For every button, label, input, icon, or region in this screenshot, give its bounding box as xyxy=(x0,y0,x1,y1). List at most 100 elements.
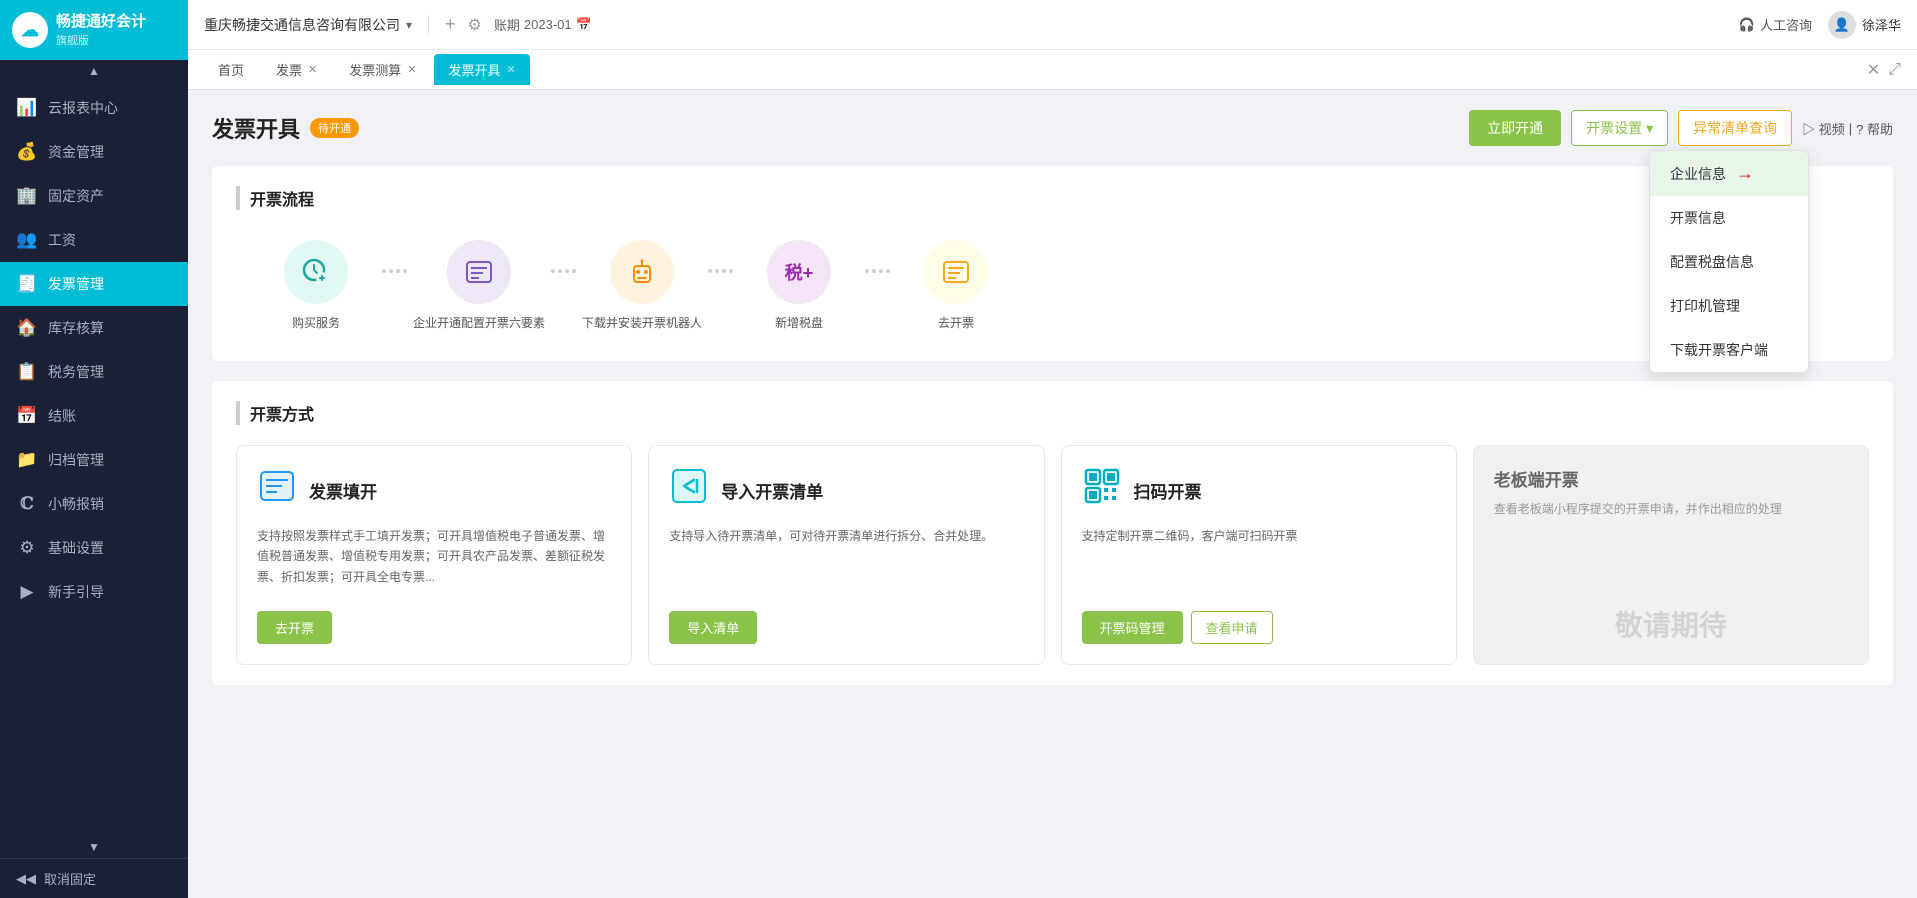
sidebar-item-archive[interactable]: 📁 归档管理 xyxy=(0,438,188,482)
logo-subtitle: 旗舰版 xyxy=(56,32,146,48)
close-all-tabs-button[interactable]: ✕ xyxy=(1867,60,1880,80)
cloud-report-icon: 📊 xyxy=(16,98,38,118)
topbar: 重庆畅捷交通信息咨询有限公司 ▾ + ⚙ 账期 2023-01 📅 🎧 人工咨询… xyxy=(188,0,1917,50)
period-area: 账期 2023-01 📅 xyxy=(494,15,592,34)
boss-issue-title: 老板端开票 xyxy=(1494,466,1579,491)
flow-section: 开票流程 购买服务 xyxy=(212,166,1893,361)
dropdown-tax-disc-label: 配置税盘信息 xyxy=(1670,252,1754,272)
configure-label: 企业开通配置开票六要素 xyxy=(413,314,545,331)
tab-home[interactable]: 首页 xyxy=(204,54,258,85)
scan-code-manage-button[interactable]: 开票码管理 xyxy=(1082,611,1183,644)
sidebar-item-guide[interactable]: ▶ 新手引导 xyxy=(0,570,188,614)
period-label-text: 账期 xyxy=(494,15,520,34)
buy-service-label: 购买服务 xyxy=(292,314,340,331)
tab-invoice-issue[interactable]: 发票开具 ✕ xyxy=(434,54,529,85)
scan-code-view-button[interactable]: 查看申请 xyxy=(1191,611,1273,644)
manual-fill-title: 发票填开 xyxy=(309,478,377,503)
sidebar-label-tax: 税务管理 xyxy=(48,362,104,382)
sidebar: ☁ 畅捷通好会计 旗舰版 ▲ 📊 云报表中心 💰 资金管理 🏢 固定资产 👥 工… xyxy=(0,0,188,898)
sidebar-item-cloud-report[interactable]: 📊 云报表中心 xyxy=(0,86,188,130)
settings-dropdown-menu: 企业信息 → 开票信息 配置税盘信息 打印机管理 下载开票客户端 xyxy=(1649,150,1809,373)
sidebar-label-settings: 基础设置 xyxy=(48,538,104,558)
sidebar-item-fund[interactable]: 💰 资金管理 xyxy=(0,130,188,174)
sidebar-label-invoice: 发票管理 xyxy=(48,274,104,294)
tab-invoice-calc-close[interactable]: ✕ xyxy=(407,63,416,76)
import-list-footer: 导入清单 xyxy=(669,611,1023,644)
salary-icon: 👥 xyxy=(16,230,38,250)
manual-fill-go-button[interactable]: 去开票 xyxy=(257,611,332,644)
sidebar-label-fund: 资金管理 xyxy=(48,142,104,162)
sidebar-item-report[interactable]: ℂ 小畅报销 xyxy=(0,482,188,526)
import-list-button[interactable]: 导入清单 xyxy=(669,611,757,644)
tab-invoice-issue-close[interactable]: ✕ xyxy=(507,63,516,76)
tabs-bar: 首页 发票 ✕ 发票测算 ✕ 发票开具 ✕ ✕ ⤢ xyxy=(188,50,1917,90)
video-button[interactable]: ▷ 视频 xyxy=(1802,119,1845,138)
tabs-actions: ✕ ⤢ xyxy=(1867,60,1901,80)
tab-invoice-calc[interactable]: 发票测算 ✕ xyxy=(335,54,430,85)
billing-card-manual-fill: 发票填开 支持按照发票样式手工填开发票；可开具增值税电子普通发票、增值税普通发票… xyxy=(236,445,632,665)
sidebar-item-inventory[interactable]: 🏠 库存核算 xyxy=(0,306,188,350)
dropdown-download-client-label: 下载开票客户端 xyxy=(1670,340,1768,360)
sidebar-item-invoice[interactable]: 🧾 发票管理 xyxy=(0,262,188,306)
logo-text-area: 畅捷通好会计 旗舰版 xyxy=(56,12,146,48)
page-actions: 立即开通 开票设置 ▾ 异常清单查询 ▷ 视频 | ? 帮助 企业信息 → xyxy=(1469,110,1893,146)
dropdown-item-invoice-info[interactable]: 开票信息 xyxy=(1650,196,1808,240)
sidebar-item-settlement[interactable]: 📅 结账 xyxy=(0,394,188,438)
tab-invoice[interactable]: 发票 ✕ xyxy=(262,54,331,85)
calendar-icon: 📅 xyxy=(576,17,592,33)
settings-button[interactable]: 开票设置 ▾ xyxy=(1571,110,1668,146)
flow-step-buy-service: 购买服务 xyxy=(256,240,376,331)
company-selector[interactable]: 重庆畅捷交通信息咨询有限公司 ▾ xyxy=(204,15,412,35)
manual-fill-footer: 去开票 xyxy=(257,611,611,644)
dropdown-item-company-info[interactable]: 企业信息 → xyxy=(1650,151,1808,196)
sidebar-item-fixed-assets[interactable]: 🏢 固定资产 xyxy=(0,174,188,218)
maximize-button[interactable]: ⤢ xyxy=(1888,61,1901,79)
import-list-desc: 支持导入待开票清单，可对待开票清单进行拆分、合并处理。 xyxy=(669,526,1023,599)
activate-button[interactable]: 立即开通 xyxy=(1469,110,1561,146)
sidebar-label-salary: 工资 xyxy=(48,230,76,250)
sidebar-item-settings[interactable]: ⚙ 基础设置 xyxy=(0,526,188,570)
dropdown-item-download-client[interactable]: 下载开票客户端 xyxy=(1650,328,1808,372)
main-area: 重庆畅捷交通信息咨询有限公司 ▾ + ⚙ 账期 2023-01 📅 🎧 人工咨询… xyxy=(188,0,1917,898)
headset-icon: 🎧 xyxy=(1739,17,1755,33)
dropdown-item-tax-disc[interactable]: 配置税盘信息 xyxy=(1650,240,1808,284)
tab-invoice-label: 发票 xyxy=(276,60,302,79)
scan-code-header: 扫码开票 xyxy=(1082,466,1436,514)
billing-grid: 发票填开 支持按照发票样式手工填开发票；可开具增值税电子普通发票、增值税普通发票… xyxy=(236,445,1869,665)
boss-issue-watermark: 敬请期待 xyxy=(1494,604,1848,644)
company-dropdown-icon: ▾ xyxy=(406,18,412,32)
dropdown-printer-label: 打印机管理 xyxy=(1670,296,1740,316)
billing-card-import-list: 导入开票清单 支持导入待开票清单，可对待开票清单进行拆分、合并处理。 导入清单 xyxy=(648,445,1044,665)
tab-invoice-close[interactable]: ✕ xyxy=(308,63,317,76)
cancel-pin-button[interactable]: ◀◀ 取消固定 xyxy=(0,858,188,898)
dropdown-item-printer[interactable]: 打印机管理 xyxy=(1650,284,1808,328)
sidebar-nav: 📊 云报表中心 💰 资金管理 🏢 固定资产 👥 工资 🧾 发票管理 🏠 库存核算… xyxy=(0,82,188,836)
sidebar-label-fixed-assets: 固定资产 xyxy=(48,186,104,206)
scroll-up-button[interactable]: ▲ xyxy=(0,60,188,82)
archive-icon: 📁 xyxy=(16,450,38,470)
company-name: 重庆畅捷交通信息咨询有限公司 xyxy=(204,15,400,35)
topbar-divider-1 xyxy=(428,15,429,35)
help-button[interactable]: ? 帮助 xyxy=(1856,119,1893,138)
anomaly-button[interactable]: 异常清单查询 xyxy=(1678,110,1792,146)
tab-home-label: 首页 xyxy=(218,60,244,79)
tab-invoice-calc-label: 发票测算 xyxy=(349,60,401,79)
settlement-icon: 📅 xyxy=(16,406,38,426)
buy-service-icon xyxy=(284,240,348,304)
user-info-area[interactable]: 👤 徐泽华 xyxy=(1828,11,1901,39)
consult-button[interactable]: 🎧 人工咨询 xyxy=(1739,15,1812,34)
sidebar-label-settlement: 结账 xyxy=(48,406,76,426)
logo-icon: ☁ xyxy=(12,12,48,48)
step-dots-1 xyxy=(382,269,407,273)
add-company-button[interactable]: + xyxy=(445,14,456,35)
cancel-pin-icon: ◀◀ xyxy=(16,871,36,887)
billing-card-scan-code: 扫码开票 支持定制开票二维码，客户端可扫码开票 开票码管理 查看申请 xyxy=(1061,445,1457,665)
billing-section: 开票方式 发票填开 xyxy=(212,381,1893,685)
import-list-header: 导入开票清单 xyxy=(669,466,1023,514)
status-badge: 待开通 xyxy=(310,118,359,138)
topbar-gear-button[interactable]: ⚙ xyxy=(468,15,482,35)
sidebar-item-salary[interactable]: 👥 工资 xyxy=(0,218,188,262)
go-issue-icon xyxy=(924,240,988,304)
scroll-down-button[interactable]: ▼ xyxy=(0,836,188,858)
sidebar-item-tax[interactable]: 📋 税务管理 xyxy=(0,350,188,394)
